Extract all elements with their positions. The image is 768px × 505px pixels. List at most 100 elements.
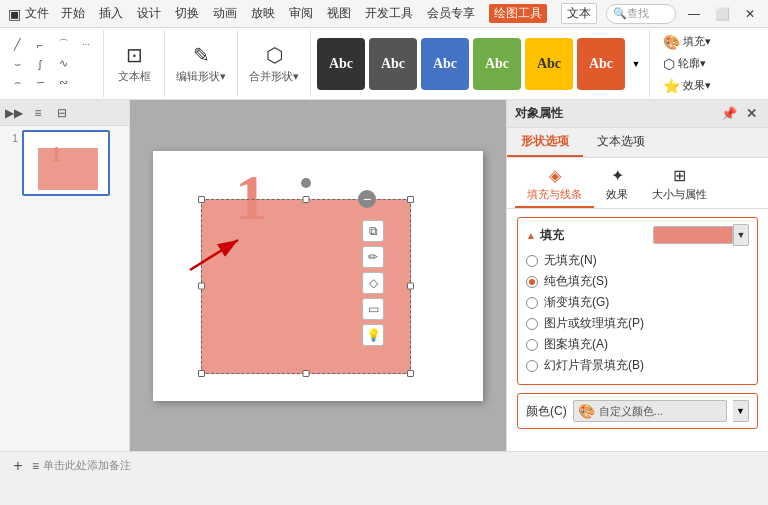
shape-arc2[interactable]: ∫ [29, 55, 51, 73]
menu-animate[interactable]: 动画 [213, 5, 237, 22]
fill-option-gradient[interactable]: 渐变填充(G) [526, 294, 749, 311]
layers-button[interactable]: ⧉ [362, 220, 384, 242]
notes-label[interactable]: 单击此处添加备注 [43, 458, 131, 473]
panel-list-btn[interactable]: ≡ [28, 103, 48, 123]
menu-text[interactable]: 文本 [561, 3, 597, 24]
style-preset-5[interactable]: Abc [525, 38, 573, 90]
subtab-fill-line[interactable]: ◈ 填充与线条 [515, 162, 594, 208]
title-bar: ▣ 文件 开始 插入 设计 切换 动画 放映 审阅 视图 开发工具 会员专享 绘… [0, 0, 768, 28]
rotate-handle[interactable] [301, 178, 311, 188]
effect-icon: ⭐ [663, 78, 680, 94]
shape-expand[interactable]: ⋯ [75, 36, 97, 54]
subtab-size-label: 大小与属性 [652, 187, 707, 202]
window-minimize-button[interactable]: — [684, 4, 704, 24]
menu-devtools[interactable]: 开发工具 [365, 5, 413, 22]
fill-quick-button[interactable]: ◇ [362, 272, 384, 294]
idea-button[interactable]: 💡 [362, 324, 384, 346]
minus-button[interactable]: − [358, 190, 376, 208]
slide-content[interactable]: 1 [153, 151, 483, 401]
window-close-button[interactable]: ✕ [740, 4, 760, 24]
props-panel-title: 对象属性 [515, 105, 563, 122]
style-preset-1[interactable]: Abc [317, 38, 365, 90]
shape-scurve2[interactable]: ∽ [29, 74, 51, 92]
shape-line2[interactable]: ⌐ [29, 36, 51, 54]
panel-grid-btn[interactable]: ⊟ [52, 103, 72, 123]
shape-empty2 [75, 74, 97, 92]
slide-1-number: 1 [4, 132, 18, 144]
style-preset-3[interactable]: Abc [421, 38, 469, 90]
radio-picture[interactable] [526, 318, 538, 330]
textbox-button[interactable]: ⊡ 文本框 [110, 34, 158, 94]
fill-color-swatch[interactable] [653, 226, 733, 244]
menu-drawtool[interactable]: 绘图工具 [489, 4, 547, 23]
file-menu[interactable]: 文件 [25, 5, 49, 22]
style-preset-4[interactable]: Abc [473, 38, 521, 90]
menu-switch[interactable]: 切换 [175, 5, 199, 22]
radio-gradient[interactable] [526, 297, 538, 309]
shape-scurve3[interactable]: ∾ [52, 74, 74, 92]
canvas-area[interactable]: 1 − ⧉ [130, 100, 506, 451]
subtab-effect[interactable]: ✦ 效果 [594, 162, 640, 208]
fill-option-none[interactable]: 无填充(N) [526, 252, 749, 269]
props-main-tabs: 形状选项 文本选项 [507, 128, 768, 158]
effect-button[interactable]: ⭐ 效果▾ [656, 76, 718, 96]
panel-expand-btn[interactable]: ▶▶ [4, 103, 24, 123]
color-dropdown-btn[interactable]: ▼ [733, 400, 749, 422]
mergeshapes-icon: ⬡ [266, 43, 283, 67]
menu-design[interactable]: 设计 [137, 5, 161, 22]
editshape-button[interactable]: ✎ 编辑形状▾ [171, 34, 231, 94]
tab-text-options[interactable]: 文本选项 [583, 128, 659, 157]
shape-scurve1[interactable]: ⌢ [6, 74, 28, 92]
menu-insert[interactable]: 插入 [99, 5, 123, 22]
shape-curve1[interactable]: ⌒ [52, 36, 74, 54]
style-preset-6[interactable]: Abc [577, 38, 625, 90]
menu-member[interactable]: 会员专享 [427, 5, 475, 22]
props-panel-header: 对象属性 📌 ✕ [507, 100, 768, 128]
radio-none[interactable] [526, 255, 538, 267]
outline-icon: ⬡ [663, 56, 675, 72]
search-box[interactable]: 🔍 查找 [606, 4, 676, 24]
shape-wave[interactable]: ∿ [52, 55, 74, 73]
props-pin-button[interactable]: 📌 [720, 105, 738, 123]
border-button[interactable]: ▭ [362, 298, 384, 320]
mergeshapes-label: 合并形状▾ [249, 69, 299, 84]
fill-color-dropdown[interactable]: ▼ [733, 224, 749, 246]
radio-pattern[interactable] [526, 339, 538, 351]
menu-review[interactable]: 审阅 [289, 5, 313, 22]
props-close-button[interactable]: ✕ [742, 105, 760, 123]
fill-option-pattern[interactable]: 图案填充(A) [526, 336, 749, 353]
shape-line1[interactable]: ╱ [6, 36, 28, 54]
color-value-box[interactable]: 🎨 自定义颜色... [573, 400, 727, 422]
fill-label: 填充▾ [683, 34, 711, 49]
more-styles-button[interactable]: ▼ [629, 59, 643, 69]
textbox-group: ⊡ 文本框 [110, 30, 165, 97]
fill-button[interactable]: 🎨 填充▾ [656, 32, 718, 52]
add-slide-button[interactable]: + [8, 456, 28, 476]
menu-start[interactable]: 开始 [61, 5, 85, 22]
fill-option-slide-bg[interactable]: 幻灯片背景填充(B) [526, 357, 749, 374]
menu-play[interactable]: 放映 [251, 5, 275, 22]
fill-outline-toolbar: 🎨 填充▾ ⬡ 轮廓▾ ⭐ 效果▾ [656, 32, 718, 96]
props-sub-tabs: ◈ 填充与线条 ✦ 效果 ⊞ 大小与属性 [507, 158, 768, 209]
fill-solid-label: 纯色填充(S) [544, 273, 608, 290]
outline-button[interactable]: ⬡ 轮廓▾ [656, 54, 718, 74]
subtab-size[interactable]: ⊞ 大小与属性 [640, 162, 719, 208]
shape-arc1[interactable]: ⌣ [6, 55, 28, 73]
color-row: 颜色(C) 🎨 自定义颜色... ▼ [526, 400, 749, 422]
tab-shape-options[interactable]: 形状选项 [507, 128, 583, 157]
fill-option-solid[interactable]: 纯色填充(S) [526, 273, 749, 290]
menu-view[interactable]: 视图 [327, 5, 351, 22]
slide-1-thumbnail[interactable]: 1 [22, 130, 110, 196]
fill-icon: 🎨 [663, 34, 680, 50]
style-preset-2[interactable]: Abc [369, 38, 417, 90]
color-label: 颜色(C) [526, 403, 567, 420]
mergeshapes-button[interactable]: ⬡ 合并形状▾ [244, 34, 304, 94]
pencil-button[interactable]: ✏ [362, 246, 384, 268]
fill-option-picture[interactable]: 图片或纹理填充(P) [526, 315, 749, 332]
panel-toolbar: ▶▶ ≡ ⊟ [0, 100, 129, 126]
radio-slide-bg[interactable] [526, 360, 538, 372]
style-presets-group: Abc Abc Abc Abc Abc Abc ▼ [317, 30, 650, 97]
window-restore-button[interactable]: ⬜ [712, 4, 732, 24]
slide-canvas[interactable]: 1 − ⧉ [130, 100, 506, 451]
radio-solid[interactable] [526, 276, 538, 288]
